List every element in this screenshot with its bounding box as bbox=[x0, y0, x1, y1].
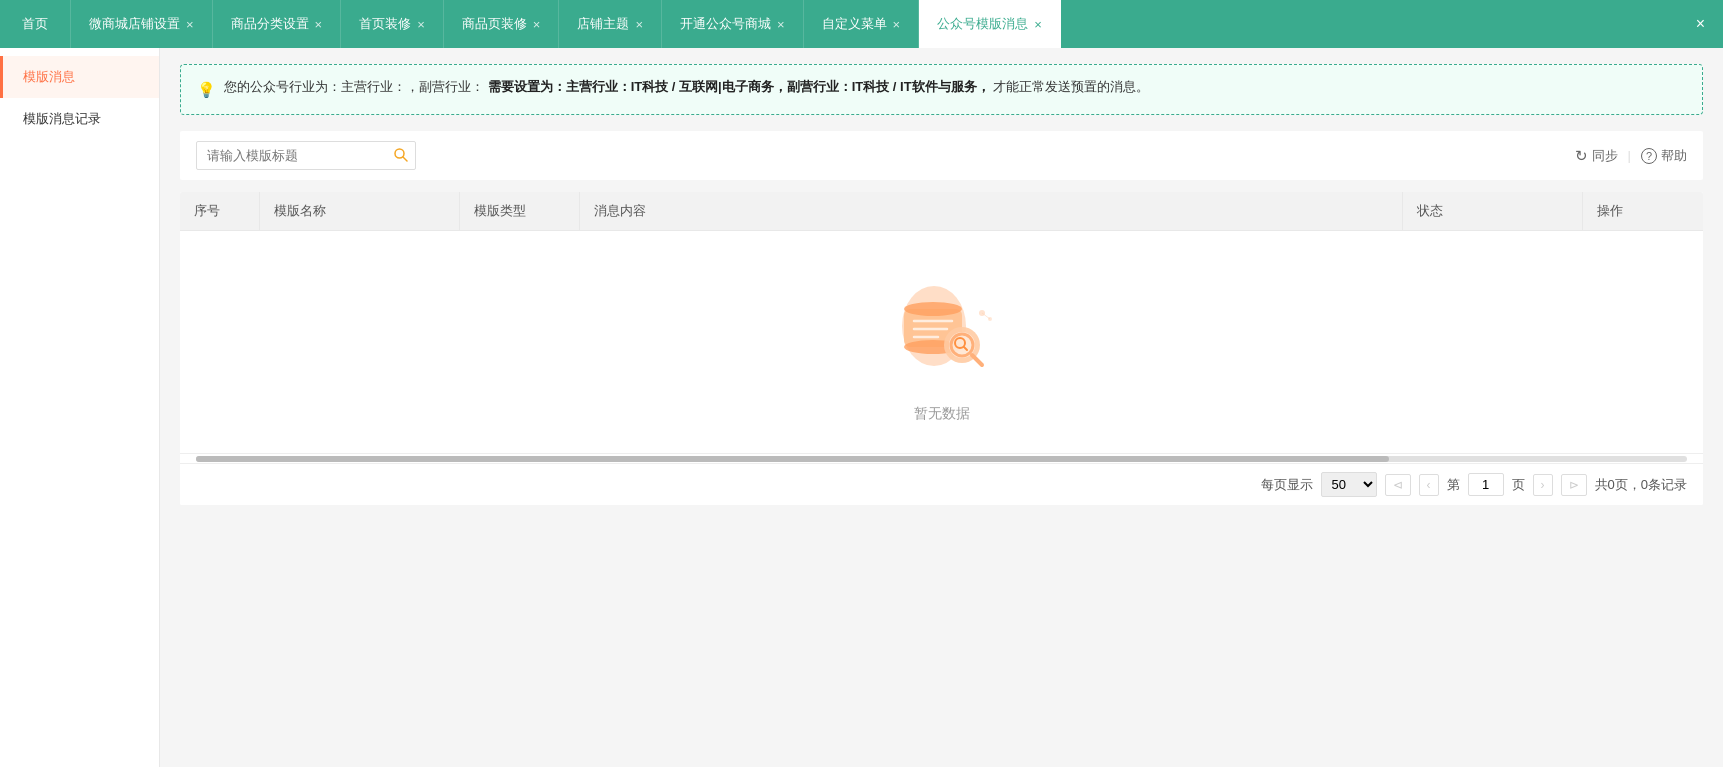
page-size-select[interactable]: 50 10 20 100 bbox=[1321, 472, 1377, 497]
close-icon-shop-theme[interactable]: × bbox=[635, 18, 643, 31]
nav-item-custom-menu[interactable]: 自定义菜单 × bbox=[804, 0, 920, 48]
alert-highlight: 需要设置为：主营行业：IT科技 / 互联网|电子商务，副营行业：IT科技 / I… bbox=[488, 79, 990, 94]
page-number-input[interactable] bbox=[1468, 473, 1504, 496]
nav-item-home-decor[interactable]: 首页装修 × bbox=[341, 0, 444, 48]
empty-state: 暂无数据 bbox=[180, 231, 1703, 453]
search-input-wrap bbox=[196, 141, 416, 170]
th-action: 操作 bbox=[1583, 192, 1703, 230]
sync-button[interactable]: ↻ 同步 bbox=[1575, 147, 1618, 165]
th-name: 模版名称 bbox=[260, 192, 460, 230]
sidebar-item-template-message-log-label: 模版消息记录 bbox=[23, 111, 101, 126]
nav-item-template-msg[interactable]: 公众号模版消息 × bbox=[919, 0, 1061, 48]
pagination-bar: 每页显示 50 10 20 100 ⊲ ‹ 第 页 › ⊳ 共0页，0条记录 bbox=[180, 463, 1703, 505]
divider: | bbox=[1628, 148, 1631, 163]
help-button[interactable]: ? 帮助 bbox=[1641, 147, 1687, 165]
close-icon-product-decor[interactable]: × bbox=[533, 18, 541, 31]
main-layout: 模版消息 模版消息记录 💡 您的公众号行业为：主营行业：，副营行业： 需要设置为… bbox=[0, 48, 1723, 767]
nav-label-custom-menu: 自定义菜单 bbox=[822, 15, 887, 33]
svg-line-12 bbox=[972, 355, 982, 365]
search-left bbox=[196, 141, 416, 170]
alert-suffix: 才能正常发送预置的消息。 bbox=[993, 79, 1149, 94]
close-icon-category-settings[interactable]: × bbox=[315, 18, 323, 31]
nav-label-template-msg: 公众号模版消息 bbox=[937, 15, 1028, 33]
page-size-label: 每页显示 bbox=[1261, 476, 1313, 494]
th-index: 序号 bbox=[180, 192, 260, 230]
next-page-button[interactable]: › bbox=[1533, 474, 1553, 496]
sidebar: 模版消息 模版消息记录 bbox=[0, 48, 160, 767]
first-page-button[interactable]: ⊲ bbox=[1385, 474, 1411, 496]
nav-label-shop-settings: 微商城店铺设置 bbox=[89, 15, 180, 33]
page-prefix: 第 bbox=[1447, 476, 1460, 494]
last-page-button[interactable]: ⊳ bbox=[1561, 474, 1587, 496]
close-all-button[interactable]: × bbox=[1678, 15, 1723, 33]
alert-prefix: 您的公众号行业为：主营行业：，副营行业： bbox=[224, 79, 484, 94]
help-label: 帮助 bbox=[1661, 147, 1687, 165]
nav-item-home[interactable]: 首页 bbox=[0, 0, 71, 48]
nav-item-home-label: 首页 bbox=[22, 15, 48, 33]
empty-illustration bbox=[882, 271, 1002, 391]
scrollbar[interactable] bbox=[180, 453, 1703, 463]
th-content: 消息内容 bbox=[580, 192, 1403, 230]
top-navigation: 首页 微商城店铺设置 × 商品分类设置 × 首页装修 × 商品页装修 × 店铺主… bbox=[0, 0, 1723, 48]
sync-icon: ↻ bbox=[1575, 147, 1588, 165]
close-icon-open-mall[interactable]: × bbox=[777, 18, 785, 31]
sync-label: 同步 bbox=[1592, 147, 1618, 165]
empty-text: 暂无数据 bbox=[914, 405, 970, 423]
search-area: ↻ 同步 | ? 帮助 bbox=[180, 131, 1703, 180]
table-header: 序号 模版名称 模版类型 消息内容 状态 操作 bbox=[180, 192, 1703, 231]
pagination-summary: 共0页，0条记录 bbox=[1595, 476, 1687, 494]
nav-label-shop-theme: 店铺主题 bbox=[577, 15, 629, 33]
sidebar-item-template-message[interactable]: 模版消息 bbox=[0, 56, 159, 98]
close-icon-custom-menu[interactable]: × bbox=[893, 18, 901, 31]
prev-page-button[interactable]: ‹ bbox=[1419, 474, 1439, 496]
search-input[interactable] bbox=[196, 141, 416, 170]
page-unit: 页 bbox=[1512, 476, 1525, 494]
nav-label-product-decor: 商品页装修 bbox=[462, 15, 527, 33]
nav-item-product-decor[interactable]: 商品页装修 × bbox=[444, 0, 560, 48]
close-icon-template-msg[interactable]: × bbox=[1034, 18, 1042, 31]
alert-icon: 💡 bbox=[197, 78, 216, 102]
svg-line-1 bbox=[403, 157, 407, 161]
search-button[interactable] bbox=[393, 147, 408, 165]
close-icon-shop-settings[interactable]: × bbox=[186, 18, 194, 31]
scrollbar-track bbox=[196, 456, 1687, 462]
close-icon-home-decor[interactable]: × bbox=[417, 18, 425, 31]
search-icon bbox=[393, 147, 408, 162]
scrollbar-thumb bbox=[196, 456, 1389, 462]
nav-item-shop-settings[interactable]: 微商城店铺设置 × bbox=[71, 0, 213, 48]
sidebar-item-template-message-label: 模版消息 bbox=[23, 69, 75, 84]
nav-label-home-decor: 首页装修 bbox=[359, 15, 411, 33]
nav-item-category-settings[interactable]: 商品分类设置 × bbox=[213, 0, 342, 48]
nav-label-open-mall: 开通公众号商城 bbox=[680, 15, 771, 33]
svg-line-17 bbox=[982, 313, 990, 319]
nav-item-shop-theme[interactable]: 店铺主题 × bbox=[559, 0, 662, 48]
nav-item-open-mall[interactable]: 开通公众号商城 × bbox=[662, 0, 804, 48]
main-content: 💡 您的公众号行业为：主营行业：，副营行业： 需要设置为：主营行业：IT科技 /… bbox=[160, 48, 1723, 767]
svg-point-4 bbox=[904, 302, 962, 316]
search-right: ↻ 同步 | ? 帮助 bbox=[1575, 147, 1687, 165]
data-table: 序号 模版名称 模版类型 消息内容 状态 操作 bbox=[180, 192, 1703, 505]
alert-banner: 💡 您的公众号行业为：主营行业：，副营行业： 需要设置为：主营行业：IT科技 /… bbox=[180, 64, 1703, 115]
th-status: 状态 bbox=[1403, 192, 1583, 230]
nav-label-category-settings: 商品分类设置 bbox=[231, 15, 309, 33]
alert-text: 您的公众号行业为：主营行业：，副营行业： 需要设置为：主营行业：IT科技 / 互… bbox=[224, 77, 1149, 98]
help-icon: ? bbox=[1641, 148, 1657, 164]
th-type: 模版类型 bbox=[460, 192, 580, 230]
sidebar-item-template-message-log[interactable]: 模版消息记录 bbox=[0, 98, 159, 140]
